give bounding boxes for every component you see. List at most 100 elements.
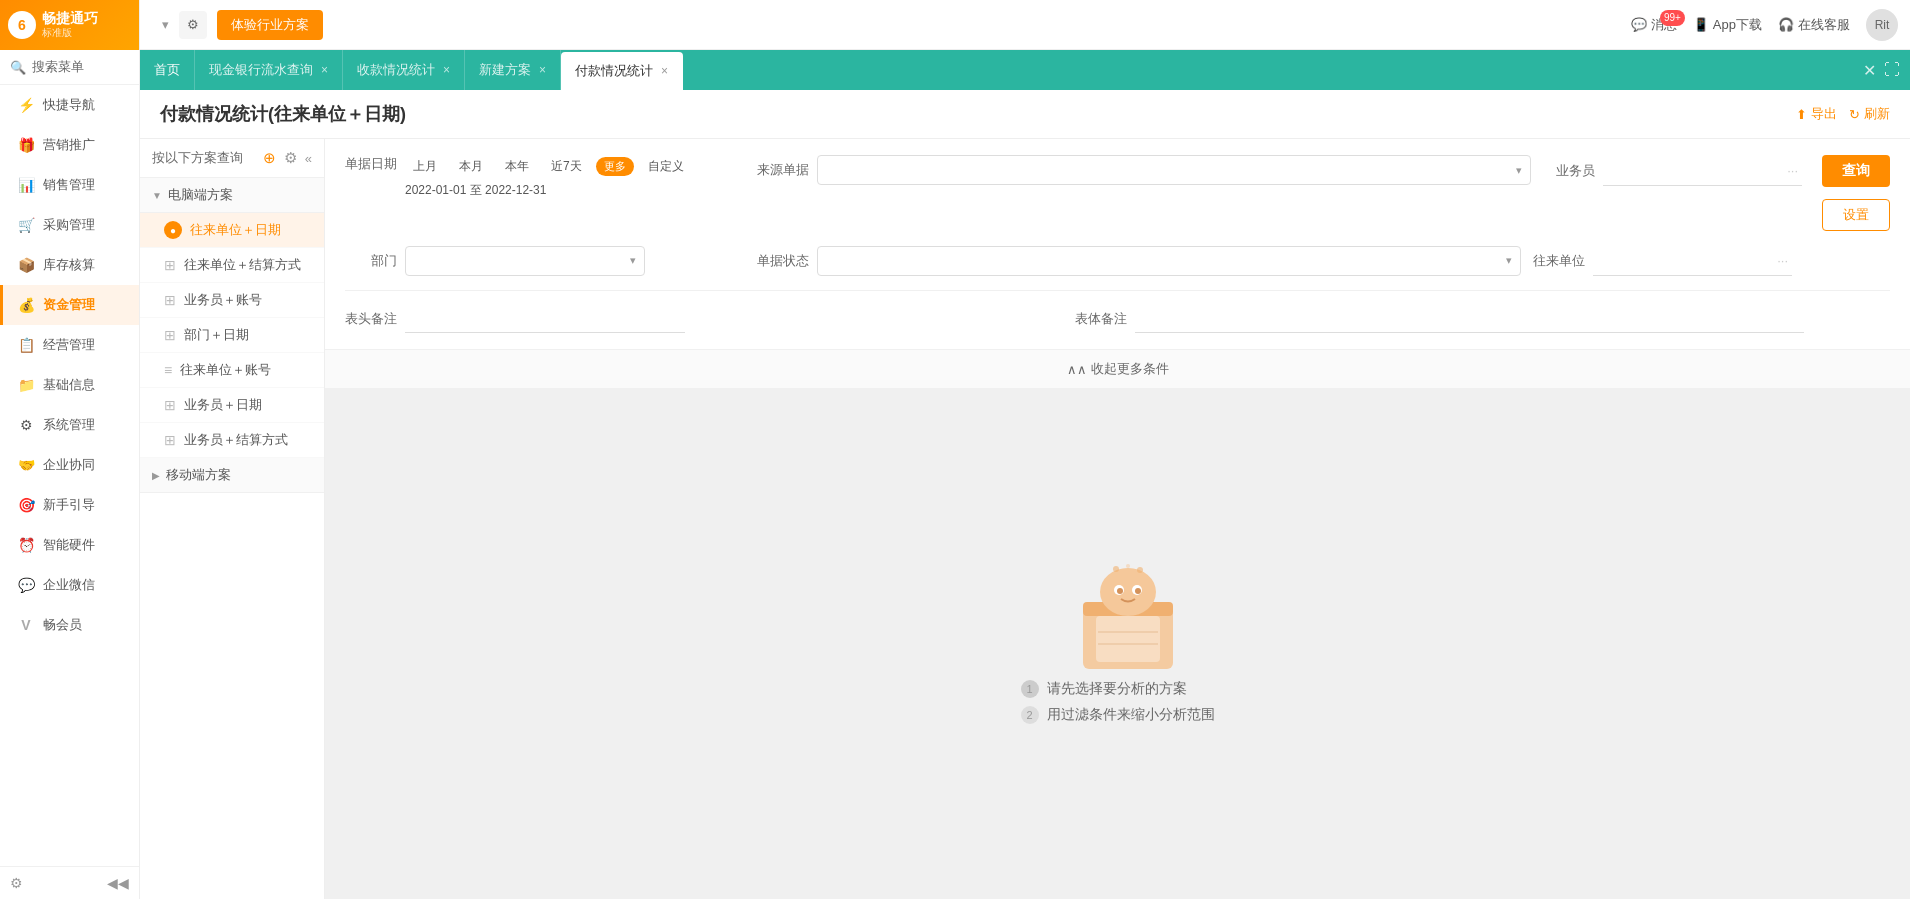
sidebar-item-label: 系统管理 (43, 416, 95, 434)
scheme-item-icon-grid5: ⊞ (164, 432, 176, 448)
scheme-item-unit-date[interactable]: ● 往来单位＋日期 (140, 213, 324, 248)
scheme-group-desktop-header[interactable]: ▼ 电脑端方案 (140, 178, 324, 213)
date-option-this-year[interactable]: 本年 (497, 155, 537, 178)
filter-staff-dots[interactable]: ··· (1787, 163, 1802, 178)
query-btn[interactable]: 查询 (1822, 155, 1890, 187)
filter-counterparty-input[interactable] (1593, 245, 1777, 275)
content: 按以下方案查询 ⊕ ⚙ « ▼ 电脑端方案 ● (140, 139, 1910, 899)
sidebar-item-inventory[interactable]: 📦 库存核算 (0, 245, 139, 285)
scheme-group-mobile-header[interactable]: ▶ 移动端方案 (140, 458, 324, 493)
sidebar-item-sales[interactable]: 📊 销售管理 (0, 165, 139, 205)
sidebar-item-vip[interactable]: V 畅会员 (0, 605, 139, 645)
tab-receipts-close[interactable]: × (443, 63, 450, 77)
scheme-group-desktop: ▼ 电脑端方案 ● 往来单位＋日期 ⊞ 往来单位＋结算方式 ⊞ (140, 178, 324, 458)
tab-cash-flow[interactable]: 现金银行流水查询 × (195, 50, 343, 90)
page-body: 付款情况统计(往来单位＋日期) ⬆ 导出 ↻ 刷新 按 (140, 90, 1910, 899)
empty-state: 1 请先选择要分析的方案 2 用过滤条件来缩小分析范围 (1021, 564, 1215, 724)
sidebar-item-guide[interactable]: 🎯 新手引导 (0, 485, 139, 525)
sidebar-item-operations[interactable]: 📋 经营管理 (0, 325, 139, 365)
system-icon: ⚙ (17, 416, 35, 434)
date-option-custom[interactable]: 自定义 (640, 155, 692, 178)
filter-source-select[interactable]: ▾ (817, 155, 1531, 185)
empty-hint-2: 2 用过滤条件来缩小分析范围 (1021, 706, 1215, 724)
filter-bill-status-select[interactable]: ▾ (817, 246, 1521, 276)
scheme-item-unit-account[interactable]: ≡ 往来单位＋账号 (140, 353, 324, 388)
date-option-this-month[interactable]: 本月 (451, 155, 491, 178)
sidebar-item-system[interactable]: ⚙ 系统管理 (0, 405, 139, 445)
svg-point-7 (1135, 588, 1141, 594)
sidebar-item-quick-nav[interactable]: ⚡ 快捷导航 (0, 85, 139, 125)
sidebar: 6 畅捷通巧 标准版 🔍 搜索菜单 ⚡ 快捷导航 🎁 营销推广 📊 销售管理 (0, 0, 140, 899)
topbar-settings-btn[interactable]: ⚙ (179, 11, 207, 39)
filter-dept-select[interactable]: ▾ (405, 246, 645, 276)
scheme-add-icon[interactable]: ⊕ (263, 149, 276, 167)
enterprise-icon: 🤝 (17, 456, 35, 474)
sidebar-item-capital[interactable]: 💰 资金管理 (0, 285, 139, 325)
scheme-item-label: 业务员＋结算方式 (184, 431, 288, 449)
filter-settings-btn[interactable]: 设置 (1822, 199, 1890, 231)
tab-home[interactable]: 首页 (140, 50, 195, 90)
tab-receipts[interactable]: 收款情况统计 × (343, 50, 465, 90)
scheme-item-dept-date[interactable]: ⊞ 部门＋日期 (140, 318, 324, 353)
tab-cash-flow-close[interactable]: × (321, 63, 328, 77)
tab-new-scheme-close[interactable]: × (539, 63, 546, 77)
date-option-7days[interactable]: 近7天 (543, 155, 590, 178)
filter-head-note-input[interactable] (405, 305, 685, 333)
tab-payments[interactable]: 付款情况统计 × (561, 52, 683, 90)
filter-body-note-field: 表体备注 (1075, 305, 1805, 333)
sidebar-item-hardware[interactable]: ⏰ 智能硬件 (0, 525, 139, 565)
sidebar-settings-icon[interactable]: ⚙ (10, 875, 23, 891)
close-all-tabs-btn[interactable]: ✕ (1863, 61, 1876, 80)
sidebar-item-wechat[interactable]: 💬 企业微信 (0, 565, 139, 605)
filter-head-note-field: 表头备注 (345, 305, 1075, 333)
filter-counterparty-dots[interactable]: ··· (1777, 253, 1792, 268)
filter-staff-input[interactable] (1603, 155, 1787, 185)
messages-badge: 99+ (1660, 10, 1685, 26)
scheme-settings-icon[interactable]: ⚙ (284, 149, 297, 167)
export-btn[interactable]: ⬆ 导出 (1796, 105, 1837, 123)
date-option-more[interactable]: 更多 (596, 157, 634, 176)
tab-payments-close[interactable]: × (661, 64, 668, 78)
sidebar-item-label: 基础信息 (43, 376, 95, 394)
svg-point-10 (1113, 566, 1119, 572)
vip-icon: V (17, 616, 35, 634)
topbar-dropdown[interactable]: ▾ (162, 17, 169, 32)
sidebar-collapse-icon[interactable]: ◀◀ (107, 875, 129, 891)
scheme-item-icon-grid2: ⊞ (164, 292, 176, 308)
refresh-btn[interactable]: ↻ 刷新 (1849, 105, 1890, 123)
avatar[interactable]: Rit (1866, 9, 1898, 41)
messages-btn[interactable]: 💬 消息 99+ (1631, 16, 1677, 34)
scheme-item-staff-account[interactable]: ⊞ 业务员＋账号 (140, 283, 324, 318)
sidebar-item-enterprise[interactable]: 🤝 企业协同 (0, 445, 139, 485)
hint-text-1: 请先选择要分析的方案 (1047, 680, 1187, 698)
scheme-panel-collapse-btn[interactable]: « (305, 151, 312, 166)
empty-illustration (1058, 564, 1178, 664)
filter-staff-field: 业务员 ··· (1543, 155, 1802, 186)
app-download-btn[interactable]: 📱 App下载 (1693, 16, 1762, 34)
sidebar-item-basic-info[interactable]: 📁 基础信息 (0, 365, 139, 405)
collapse-label: 收起更多条件 (1091, 360, 1169, 378)
guide-icon: 🎯 (17, 496, 35, 514)
scheme-item-unit-settle[interactable]: ⊞ 往来单位＋结算方式 (140, 248, 324, 283)
date-range-text: 2022-01-01 至 2022-12-31 (405, 182, 692, 199)
scheme-item-staff-date[interactable]: ⊞ 业务员＋日期 (140, 388, 324, 423)
collapse-more-btn[interactable]: ∧∧ 收起更多条件 (325, 349, 1910, 388)
app-label: App下载 (1713, 16, 1762, 34)
sidebar-item-marketing[interactable]: 🎁 营销推广 (0, 125, 139, 165)
scheme-desktop-arrow: ▼ (152, 190, 162, 201)
sidebar-item-purchase[interactable]: 🛒 采购管理 (0, 205, 139, 245)
date-option-last-month[interactable]: 上月 (405, 155, 445, 178)
trial-btn[interactable]: 体验行业方案 (217, 10, 323, 40)
search-menu[interactable]: 🔍 搜索菜单 (0, 50, 139, 85)
filter-body-note-input[interactable] (1135, 305, 1805, 333)
filter-date-options-block: 上月 本月 本年 近7天 更多 自定义 2022-01-01 至 2022-12… (405, 155, 692, 199)
scheme-item-staff-settle[interactable]: ⊞ 业务员＋结算方式 (140, 423, 324, 458)
scheme-panel-title: 按以下方案查询 (152, 149, 243, 167)
service-btn[interactable]: 🎧 在线客服 (1778, 16, 1850, 34)
filter-counterparty-field: 往来单位 ··· (1533, 245, 1792, 276)
tab-new-scheme[interactable]: 新建方案 × (465, 50, 561, 90)
message-icon: 💬 (1631, 17, 1647, 32)
filter-form: 单据日期 上月 本月 本年 近7天 更多 自定义 (325, 139, 1910, 349)
expand-tabs-btn[interactable]: ⛶ (1884, 61, 1900, 79)
scheme-item-label: 业务员＋日期 (184, 396, 262, 414)
